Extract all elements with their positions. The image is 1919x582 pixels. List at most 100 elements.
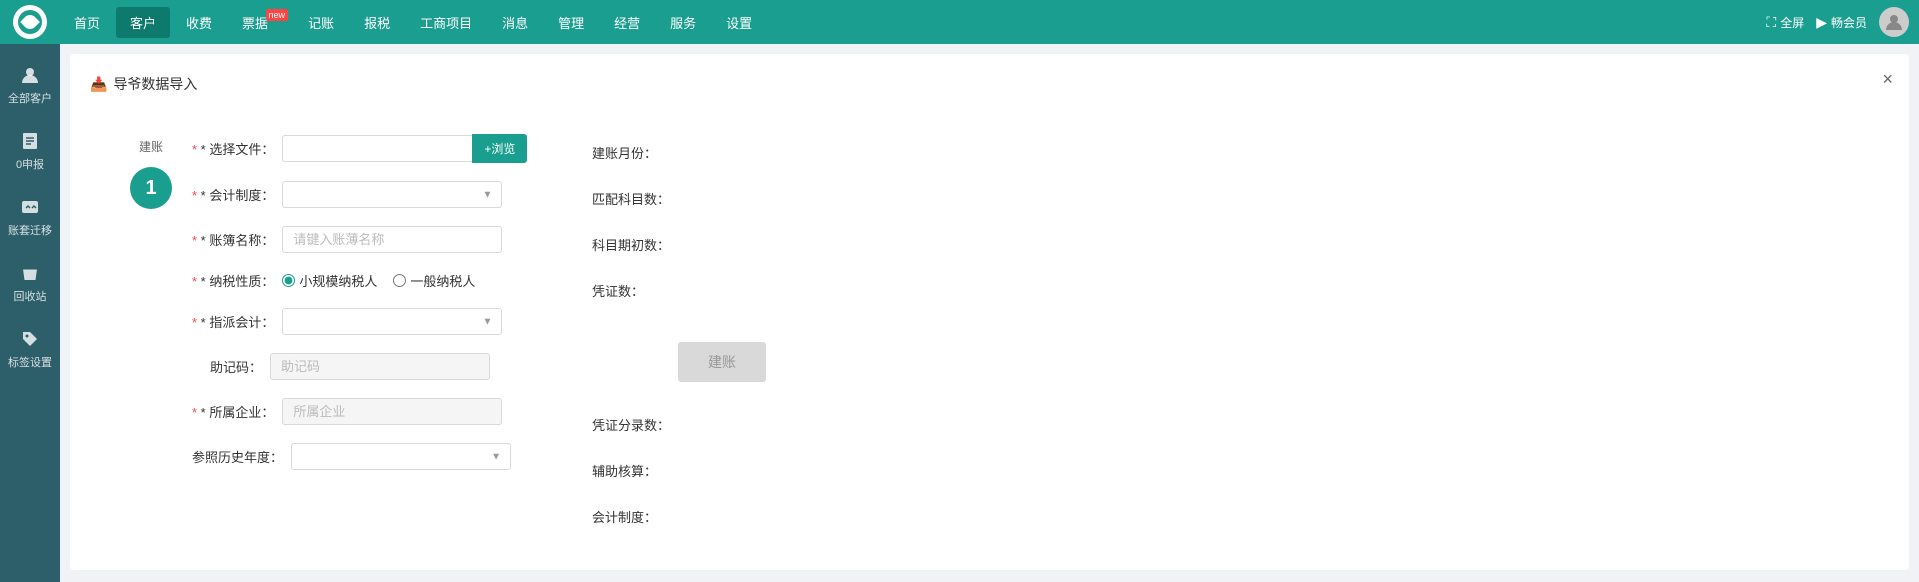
- tax-small-option[interactable]: 小规模纳税人: [282, 271, 377, 290]
- voucher-entries-row: 凭证分录数：: [592, 410, 852, 438]
- period-initial-row: 科目期初数：: [592, 230, 852, 258]
- file-input-group: +浏览: [282, 134, 527, 163]
- nav-ledger[interactable]: 记账: [294, 7, 348, 38]
- nav-customer[interactable]: 客户: [116, 7, 170, 38]
- accountant-label: * 指派会计：: [192, 312, 274, 331]
- period-initial-label: 科目期初数：: [592, 235, 670, 254]
- nav-invoice[interactable]: 票据 new: [228, 7, 292, 38]
- sidebar-label-all-customers: 全部客户: [8, 90, 52, 106]
- form-container: 建账 1 * 选择文件： +浏览: [90, 114, 1889, 550]
- import-icon: 📥: [90, 76, 107, 93]
- nav-service[interactable]: 服务: [656, 7, 710, 38]
- sidebar-label-declare: 0申报: [16, 156, 44, 172]
- tax-small-label: 小规模纳税人: [299, 271, 377, 290]
- company-label: * 所属企业：: [192, 402, 274, 421]
- right-accounting-system-label: 会计制度：: [592, 507, 657, 526]
- tax-type-label: * 纳税性质：: [192, 271, 274, 290]
- nav-message[interactable]: 消息: [488, 7, 542, 38]
- accountant-row: * 指派会计： ▼: [192, 308, 552, 335]
- main-layout: 全部客户 0申报 账套迁移: [0, 44, 1919, 582]
- step-badge: 1: [130, 167, 172, 209]
- sidebar-item-account-transfer[interactable]: 账套迁移: [0, 186, 60, 248]
- build-month-row: 建账月份：: [592, 138, 852, 166]
- sidebar-label-recycle: 回收站: [14, 288, 47, 304]
- accounting-system-row: * 会计制度： ▼: [192, 181, 552, 208]
- tax-small-radio[interactable]: [282, 274, 295, 287]
- nav-tax[interactable]: 报税: [350, 7, 404, 38]
- accounting-system-label: * 会计制度：: [192, 185, 274, 204]
- ledger-name-label: * 账簿名称：: [192, 230, 274, 249]
- sidebar-item-declare[interactable]: 0申报: [0, 120, 60, 182]
- dialog-title: 📥 导爷数据导入: [90, 74, 1889, 94]
- tax-general-label: 一般纳税人: [410, 271, 475, 290]
- nav-fees[interactable]: 收费: [172, 7, 226, 38]
- nav-operation[interactable]: 经营: [600, 7, 654, 38]
- memo-label: 助记码：: [192, 357, 262, 376]
- vip-button[interactable]: ▶ 畅会员: [1816, 14, 1867, 31]
- voucher-count-label: 凭证数：: [592, 281, 644, 300]
- nav-management[interactable]: 管理: [544, 7, 598, 38]
- accountant-wrapper: ▼: [282, 308, 502, 335]
- account-transfer-icon: [19, 196, 41, 218]
- memo-input[interactable]: [270, 353, 490, 380]
- declare-icon: [19, 130, 41, 152]
- fullscreen-button[interactable]: ⛶ 全屏: [1766, 14, 1804, 31]
- voucher-entries-label: 凭证分录数：: [592, 415, 670, 434]
- app-logo[interactable]: [10, 2, 50, 42]
- recycle-icon: [19, 262, 41, 284]
- step-label: 建账: [139, 138, 163, 155]
- auxiliary-label: 辅助核算：: [592, 461, 657, 480]
- file-select-row: * 选择文件： +浏览: [192, 134, 552, 163]
- reference-year-select[interactable]: [291, 443, 511, 470]
- reference-year-label: 参照历史年度：: [192, 447, 283, 466]
- import-dialog: 📥 导爷数据导入 × 建账 1 * 选择文件：: [70, 54, 1909, 570]
- file-text-input[interactable]: [282, 135, 472, 162]
- ledger-name-input[interactable]: [282, 226, 502, 253]
- nav-business[interactable]: 工商项目: [406, 7, 486, 38]
- build-month-label: 建账月份：: [592, 143, 657, 162]
- voucher-count-row: 凭证数：: [592, 276, 852, 304]
- nav-settings[interactable]: 设置: [712, 7, 766, 38]
- reference-year-row: 参照历史年度： ▼: [192, 443, 552, 470]
- file-select-label: * 选择文件：: [192, 139, 274, 158]
- form-left-section: 建账 1 * 选择文件： +浏览: [130, 134, 552, 530]
- tax-general-option[interactable]: 一般纳税人: [393, 271, 475, 290]
- user-avatar[interactable]: [1879, 7, 1909, 37]
- sidebar-item-all-customers[interactable]: 全部客户: [0, 54, 60, 116]
- sidebar: 全部客户 0申报 账套迁移: [0, 44, 60, 582]
- tax-type-radio-group: 小规模纳税人 一般纳税人: [282, 271, 475, 290]
- tax-type-row: * 纳税性质： 小规模纳税人 一般纳税人: [192, 271, 552, 290]
- accounting-system-select[interactable]: [282, 181, 502, 208]
- right-accounting-system-row: 会计制度：: [592, 502, 852, 530]
- reference-year-wrapper: ▼: [291, 443, 511, 470]
- sidebar-label-account-transfer: 账套迁移: [8, 222, 52, 238]
- main-content: 📥 导爷数据导入 × 建账 1 * 选择文件：: [60, 44, 1919, 582]
- build-account-button[interactable]: 建账: [678, 342, 766, 382]
- top-navigation: 首页 客户 收费 票据 new 记账 报税 工商项目 消息 管理 经营 服务 设…: [0, 0, 1919, 44]
- ledger-name-row: * 账簿名称：: [192, 226, 552, 253]
- all-customers-icon: [19, 64, 41, 86]
- right-panel: 建账月份： 匹配科目数： 科目期初数： 凭证数：: [592, 134, 852, 530]
- accountant-select[interactable]: [282, 308, 502, 335]
- invoice-badge: new: [266, 9, 289, 22]
- nav-home[interactable]: 首页: [60, 7, 114, 38]
- tag-settings-icon: [19, 328, 41, 350]
- match-accounts-row: 匹配科目数：: [592, 184, 852, 212]
- nav-menu: 首页 客户 收费 票据 new 记账 报税 工商项目 消息 管理 经营 服务 设…: [60, 7, 1766, 38]
- company-row: * 所属企业：: [192, 398, 552, 425]
- nav-right-actions: ⛶ 全屏 ▶ 畅会员: [1766, 7, 1909, 37]
- sidebar-item-recycle[interactable]: 回收站: [0, 252, 60, 314]
- auxiliary-row: 辅助核算：: [592, 456, 852, 484]
- accounting-system-wrapper: ▼: [282, 181, 502, 208]
- tax-general-radio[interactable]: [393, 274, 406, 287]
- fullscreen-icon: ⛶: [1766, 14, 1776, 31]
- browse-button[interactable]: +浏览: [472, 134, 527, 163]
- sidebar-label-tag-settings: 标签设置: [8, 354, 52, 370]
- vip-icon: ▶: [1816, 14, 1827, 31]
- match-accounts-label: 匹配科目数：: [592, 189, 670, 208]
- sidebar-item-tag-settings[interactable]: 标签设置: [0, 318, 60, 380]
- company-input[interactable]: [282, 398, 502, 425]
- form-fields: * 选择文件： +浏览 * 会计制度：: [192, 134, 552, 470]
- close-button[interactable]: ×: [1882, 70, 1893, 88]
- memo-row: 助记码：: [192, 353, 552, 380]
